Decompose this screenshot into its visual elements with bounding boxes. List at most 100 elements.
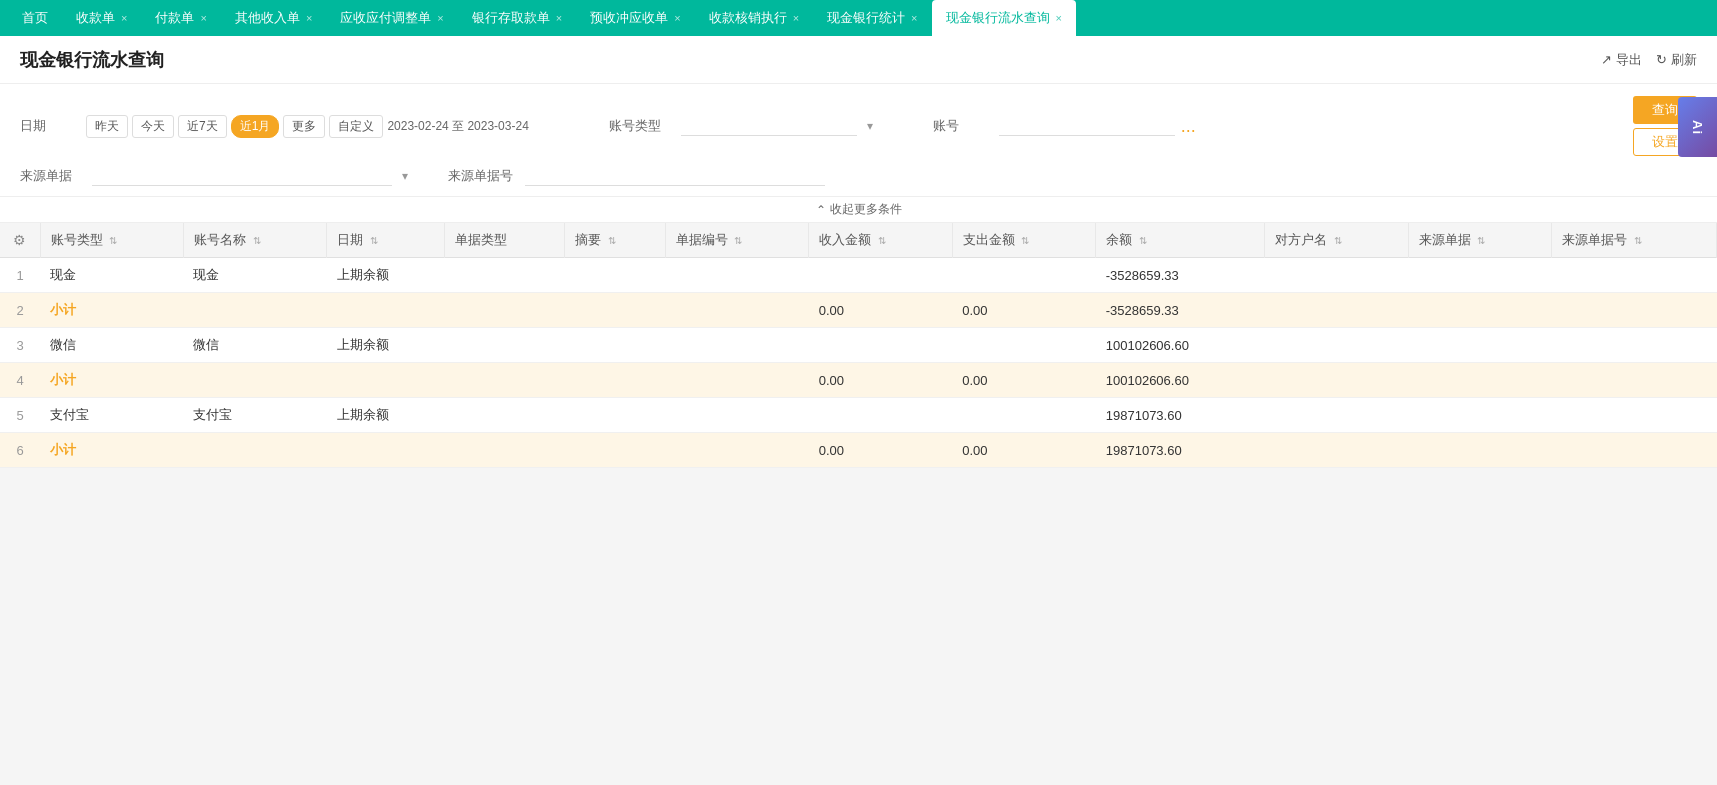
date-btn-today[interactable]: 今天 <box>132 115 174 138</box>
nav-tab-6[interactable]: 收款核销执行 × <box>695 0 813 36</box>
nav-tab-3[interactable]: 应收应付调整单 × <box>326 0 457 36</box>
nav-home[interactable]: 首页 <box>8 0 62 36</box>
nav-tab-close-5[interactable]: × <box>674 12 680 24</box>
nav-tab-label-0: 收款单 <box>76 9 115 27</box>
cell-doc_type <box>445 433 565 468</box>
cell-account_name <box>183 433 326 468</box>
nav-home-label: 首页 <box>22 9 48 27</box>
th-source-doc-label: 来源单据 <box>1419 232 1471 247</box>
export-label: 导出 <box>1616 51 1642 69</box>
source-doc-arrow-icon[interactable]: ▾ <box>402 169 408 183</box>
nav-tab-close-6[interactable]: × <box>793 12 799 24</box>
nav-tab-5[interactable]: 预收冲应收单 × <box>576 0 694 36</box>
nav-tab-close-0[interactable]: × <box>121 12 127 24</box>
date-btn-custom[interactable]: 自定义 <box>329 115 383 138</box>
th-balance-label: 余额 <box>1106 232 1132 247</box>
date-btn-yesterday[interactable]: 昨天 <box>86 115 128 138</box>
nav-tab-1[interactable]: 付款单 × <box>141 0 220 36</box>
cell-account_name: 现金 <box>183 258 326 293</box>
cell-account_type: 小计 <box>40 293 183 328</box>
nav-tab-close-8[interactable]: × <box>1056 12 1062 24</box>
cell-balance: 19871073.60 <box>1096 433 1265 468</box>
collapse-button[interactable]: ⌃ 收起更多条件 <box>816 201 902 218</box>
export-button[interactable]: ↗ 导出 <box>1601 51 1642 69</box>
th-income[interactable]: 收入金额 ⇅ <box>809 223 952 258</box>
th-source-doc-no[interactable]: 来源单据号 ⇅ <box>1552 223 1717 258</box>
account-type-input[interactable] <box>681 116 857 136</box>
th-expense[interactable]: 支出金额 ⇅ <box>952 223 1095 258</box>
date-range: 2023-02-24 至 2023-03-24 <box>387 118 528 135</box>
row-num: 6 <box>0 433 40 468</box>
th-source-doc[interactable]: 来源单据 ⇅ <box>1408 223 1551 258</box>
sort-icon-counterparty: ⇅ <box>1334 235 1342 246</box>
th-account-name[interactable]: 账号名称 ⇅ <box>183 223 326 258</box>
cell-source_doc_no <box>1552 293 1717 328</box>
nav-tab-close-2[interactable]: × <box>306 12 312 24</box>
nav-tab-close-7[interactable]: × <box>911 12 917 24</box>
cell-doc_type <box>445 293 565 328</box>
nav-tab-label-3: 应收应付调整单 <box>340 9 431 27</box>
nav-tab-8[interactable]: 现金银行流水查询 × <box>932 0 1076 36</box>
source-doc-input[interactable] <box>92 166 392 186</box>
account-type-label: 账号类型 <box>609 117 669 135</box>
row-num: 3 <box>0 328 40 363</box>
cell-income: 0.00 <box>809 363 952 398</box>
nav-tab-7[interactable]: 现金银行统计 × <box>813 0 931 36</box>
sort-icon-account-type: ⇅ <box>109 235 117 246</box>
date-btn-more[interactable]: 更多 <box>283 115 325 138</box>
sort-icon-summary: ⇅ <box>608 235 616 246</box>
th-counterparty-label: 对方户名 <box>1275 232 1327 247</box>
refresh-button[interactable]: ↻ 刷新 <box>1656 51 1697 69</box>
cell-counterparty <box>1265 363 1408 398</box>
cell-doc_no <box>665 398 808 433</box>
nav-tab-label-8: 现金银行流水查询 <box>946 9 1050 27</box>
nav-tab-close-1[interactable]: × <box>200 12 206 24</box>
account-ellipsis-icon[interactable]: ... <box>1181 116 1196 137</box>
cell-summary <box>564 328 665 363</box>
nav-tab-close-4[interactable]: × <box>556 12 562 24</box>
th-counterparty[interactable]: 对方户名 ⇅ <box>1265 223 1408 258</box>
th-doc-no[interactable]: 单据编号 ⇅ <box>665 223 808 258</box>
cell-summary <box>564 433 665 468</box>
th-date[interactable]: 日期 ⇅ <box>327 223 445 258</box>
account-type-arrow-icon[interactable]: ▾ <box>867 119 873 133</box>
cell-income <box>809 328 952 363</box>
table-row: 5支付宝支付宝上期余额19871073.60 <box>0 398 1717 433</box>
cell-income <box>809 258 952 293</box>
row-num: 1 <box>0 258 40 293</box>
cell-expense <box>952 328 1095 363</box>
nav-tab-label-2: 其他收入单 <box>235 9 300 27</box>
cell-doc_no <box>665 433 808 468</box>
cell-source_doc_no <box>1552 328 1717 363</box>
sort-icon-source-doc-no: ⇅ <box>1634 235 1642 246</box>
page-header: 现金银行流水查询 ↗ 导出 ↻ 刷新 <box>0 36 1717 84</box>
account-input[interactable] <box>999 116 1175 136</box>
gear-icon[interactable]: ⚙ <box>13 232 26 248</box>
th-balance[interactable]: 余额 ⇅ <box>1096 223 1265 258</box>
nav-tab-0[interactable]: 收款单 × <box>62 0 141 36</box>
date-btn-7days[interactable]: 近7天 <box>178 115 227 138</box>
cell-date <box>327 363 445 398</box>
nav-tab-2[interactable]: 其他收入单 × <box>221 0 326 36</box>
date-btn-1month[interactable]: 近1月 <box>231 115 280 138</box>
ai-badge[interactable]: Ai <box>1678 97 1717 157</box>
header-actions: ↗ 导出 ↻ 刷新 <box>1601 51 1697 69</box>
cell-doc_type <box>445 258 565 293</box>
nav-tab-label-6: 收款核销执行 <box>709 9 787 27</box>
refresh-icon: ↻ <box>1656 52 1667 67</box>
th-account-type[interactable]: 账号类型 ⇅ <box>40 223 183 258</box>
cell-account_name: 支付宝 <box>183 398 326 433</box>
cell-expense: 0.00 <box>952 433 1095 468</box>
cell-balance: 100102606.60 <box>1096 363 1265 398</box>
account-type-wrap: 账号类型 ▾ <box>609 116 873 136</box>
nav-tab-close-3[interactable]: × <box>437 12 443 24</box>
account-wrap: 账号 ... <box>933 116 1196 137</box>
source-doc-no-input[interactable] <box>525 166 825 186</box>
th-summary[interactable]: 摘要 ⇅ <box>564 223 665 258</box>
cell-balance: 19871073.60 <box>1096 398 1265 433</box>
filter-row-2: 来源单据 ▾ 来源单据号 <box>20 166 1697 186</box>
cell-date <box>327 433 445 468</box>
nav-tab-label-5: 预收冲应收单 <box>590 9 668 27</box>
th-doc-type[interactable]: 单据类型 <box>445 223 565 258</box>
nav-tab-4[interactable]: 银行存取款单 × <box>458 0 576 36</box>
